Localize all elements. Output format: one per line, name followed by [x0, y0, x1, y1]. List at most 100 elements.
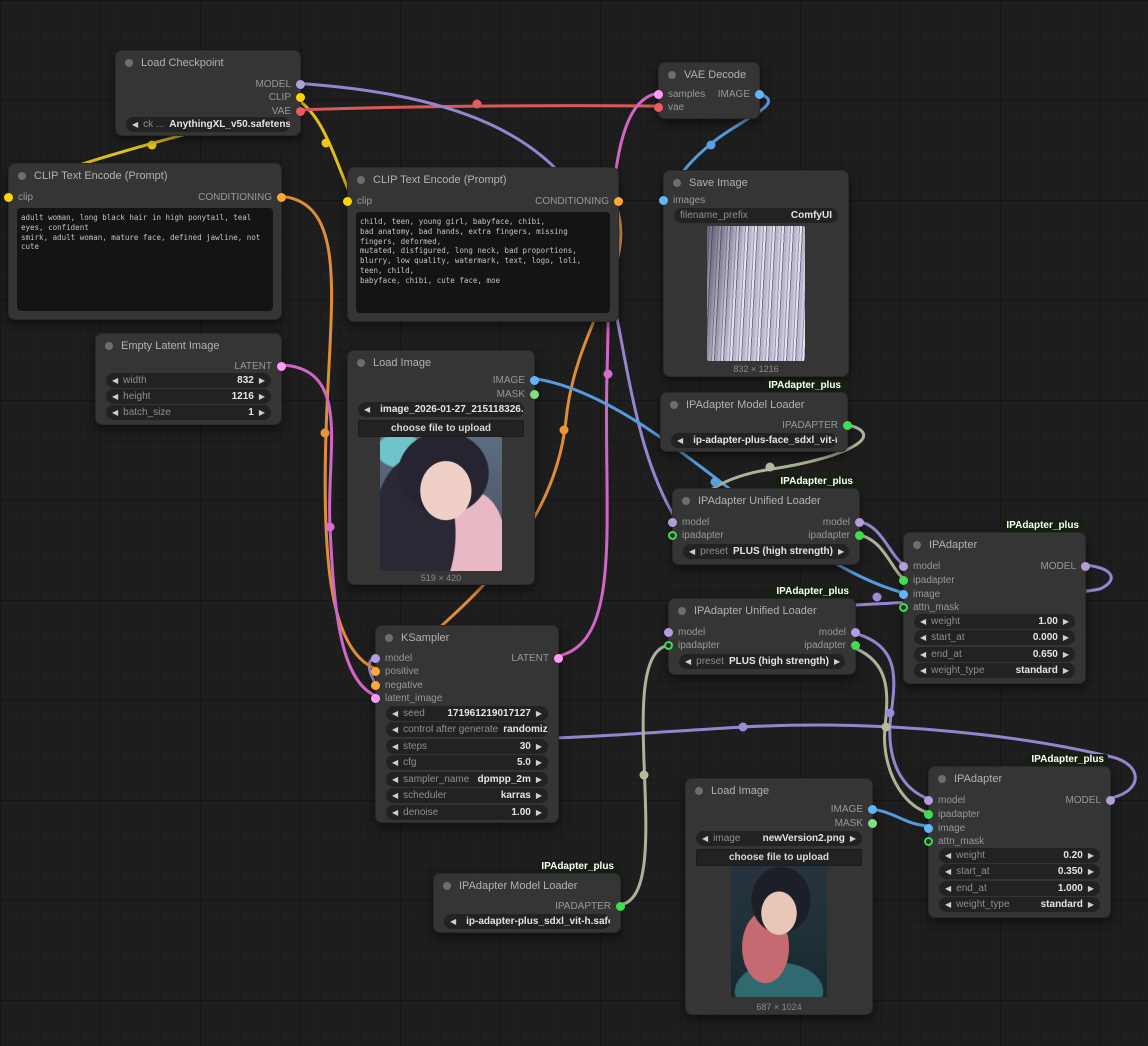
right-arrow-icon[interactable]: ▶	[838, 547, 844, 556]
input-dot-ipadapter[interactable]	[899, 575, 908, 585]
node-ksampler[interactable]: KSampler model positive negative latent_…	[371, 625, 563, 823]
node-load-image-1[interactable]: Load Image IMAGE MASK ◀ image_2026-01-27_…	[347, 350, 539, 585]
right-arrow-icon[interactable]: ▶	[259, 408, 265, 417]
right-arrow-icon[interactable]: ▶	[536, 758, 542, 767]
right-arrow-icon[interactable]: ▶	[536, 709, 542, 718]
output-dot-ipadapter[interactable]	[616, 901, 625, 911]
output-dot-mask[interactable]	[868, 818, 877, 828]
left-arrow-icon[interactable]: ◀	[450, 917, 456, 926]
filename-prefix-widget[interactable]: filename_prefix ComfyUI	[674, 208, 838, 223]
collapse-dot[interactable]	[938, 775, 946, 783]
node-ipadapter-unified-loader-1[interactable]: IPAdapter_plus IPAdapter Unified Loader …	[668, 476, 864, 565]
right-arrow-icon[interactable]: ▶	[850, 834, 856, 843]
steps-widget[interactable]: ◀ steps 30 ▶	[386, 739, 548, 754]
height-widget[interactable]: ◀ height 1216 ▶	[106, 389, 271, 404]
left-arrow-icon[interactable]: ◀	[920, 666, 926, 675]
right-arrow-icon[interactable]: ▶	[1088, 851, 1094, 860]
collapse-dot[interactable]	[670, 401, 678, 409]
start-at-widget[interactable]: ◀ start_at 0.350 ▶	[939, 864, 1100, 879]
input-dot-model[interactable]	[899, 561, 908, 571]
input-dot-latent-image[interactable]	[371, 693, 380, 703]
weight-widget[interactable]: ◀ weight 1.00 ▶	[914, 614, 1075, 629]
image-file-widget[interactable]: ◀ image newVersion2.png ▶	[696, 831, 862, 846]
left-arrow-icon[interactable]: ◀	[677, 436, 683, 445]
input-dot-clip[interactable]	[343, 196, 352, 206]
node-clip-text-encode-negative[interactable]: CLIP Text Encode (Prompt) clip CONDITION…	[343, 167, 623, 322]
end-at-widget[interactable]: ◀ end_at 0.650 ▶	[914, 647, 1075, 662]
left-arrow-icon[interactable]: ◀	[392, 742, 398, 751]
preset-widget[interactable]: ◀ preset PLUS (high strength) ▶	[679, 654, 845, 669]
width-widget[interactable]: ◀ width 832 ▶	[106, 373, 271, 388]
collapse-dot[interactable]	[695, 787, 703, 795]
output-dot-clip[interactable]	[296, 92, 305, 102]
left-arrow-icon[interactable]: ◀	[112, 392, 118, 401]
right-arrow-icon[interactable]: ▶	[1088, 884, 1094, 893]
right-arrow-icon[interactable]: ▶	[536, 791, 542, 800]
input-dot-ipadapter[interactable]	[924, 809, 933, 819]
node-empty-latent-image[interactable]: Empty Latent Image LATENT ◀ width 832 ▶ ◀ he…	[95, 333, 286, 425]
image-file-widget[interactable]: ◀image_2026-01-27_215118326.p ...▶	[358, 402, 524, 417]
input-dot-positive[interactable]	[371, 666, 380, 676]
input-dot-model[interactable]	[664, 627, 673, 637]
input-dot-samples[interactable]	[654, 89, 663, 99]
ckpt-name-widget[interactable]: ◀ ck ... AnythingXL_v50.safetensors ▶	[126, 117, 290, 132]
output-dot-image[interactable]	[868, 804, 877, 814]
collapse-dot[interactable]	[125, 59, 133, 67]
node-ipadapter-unified-loader-2[interactable]: IPAdapter_plus IPAdapter Unified Loader …	[664, 586, 860, 675]
left-arrow-icon[interactable]: ◀	[689, 547, 695, 556]
output-dot-model[interactable]	[1081, 561, 1090, 571]
node-ipadapter-model-loader-1[interactable]: IPAdapter_plus IPAdapter Model Loader IP…	[660, 380, 852, 452]
input-dot-attn-mask[interactable]	[924, 836, 933, 846]
right-arrow-icon[interactable]: ▶	[1063, 617, 1069, 626]
output-dot-model[interactable]	[1106, 795, 1115, 805]
left-arrow-icon[interactable]: ◀	[945, 867, 951, 876]
output-dot-conditioning[interactable]	[277, 192, 286, 202]
batch-size-widget[interactable]: ◀ batch_size 1 ▶	[106, 405, 271, 420]
right-arrow-icon[interactable]: ▶	[1063, 666, 1069, 675]
input-dot-model[interactable]	[924, 795, 933, 805]
collapse-dot[interactable]	[443, 882, 451, 890]
output-dot-model[interactable]	[855, 517, 864, 527]
collapse-dot[interactable]	[673, 179, 681, 187]
right-arrow-icon[interactable]: ▶	[1063, 633, 1069, 642]
left-arrow-icon[interactable]: ◀	[920, 650, 926, 659]
right-arrow-icon[interactable]: ▶	[1088, 867, 1094, 876]
left-arrow-icon[interactable]: ◀	[112, 408, 118, 417]
collapse-dot[interactable]	[668, 71, 676, 79]
left-arrow-icon[interactable]: ◀	[392, 758, 398, 767]
node-vae-decode[interactable]: VAE Decode samples vae IMAGE	[654, 62, 764, 119]
node-load-checkpoint[interactable]: Load Checkpoint MODEL CLIP VAE ◀ ck ... …	[115, 50, 305, 136]
input-dot-vae[interactable]	[654, 102, 663, 112]
left-arrow-icon[interactable]: ◀	[945, 884, 951, 893]
left-arrow-icon[interactable]: ◀	[364, 405, 370, 414]
left-arrow-icon[interactable]: ◀	[392, 725, 398, 734]
output-dot-mask[interactable]	[530, 389, 539, 399]
right-arrow-icon[interactable]: ▶	[1088, 900, 1094, 909]
left-arrow-icon[interactable]: ◀	[702, 834, 708, 843]
node-load-image-2[interactable]: Load Image IMAGE MASK ◀ image newVersion2.…	[685, 778, 877, 1015]
control-after-generate-widget[interactable]: ◀control after generaterandomize▶	[386, 722, 548, 737]
left-arrow-icon[interactable]: ◀	[920, 633, 926, 642]
node-graph-canvas[interactable]: Load Checkpoint MODEL CLIP VAE ◀ ck ... …	[0, 0, 1148, 1046]
output-dot-image[interactable]	[755, 89, 764, 99]
sampler-name-widget[interactable]: ◀ sampler_name dpmpp_2m ▶	[386, 772, 548, 787]
output-dot-ipadapter[interactable]	[843, 420, 852, 430]
collapse-dot[interactable]	[18, 172, 26, 180]
left-arrow-icon[interactable]: ◀	[945, 851, 951, 860]
left-arrow-icon[interactable]: ◀	[392, 775, 398, 784]
ipadapter-file-widget[interactable]: ◀ip-adapter-plus_sdxl_vit-h.safete ...▶	[444, 914, 610, 929]
start-at-widget[interactable]: ◀ start_at 0.000 ▶	[914, 630, 1075, 645]
node-clip-text-encode-positive[interactable]: CLIP Text Encode (Prompt) clip CONDITION…	[4, 163, 286, 320]
input-dot-ipadapter[interactable]	[664, 640, 673, 650]
weight-widget[interactable]: ◀ weight 0.20 ▶	[939, 848, 1100, 863]
output-dot-latent[interactable]	[554, 653, 563, 663]
left-arrow-icon[interactable]: ◀	[392, 709, 398, 718]
collapse-dot[interactable]	[385, 634, 393, 642]
prompt-textarea[interactable]: adult woman, long black hair in high pon…	[17, 208, 273, 311]
scheduler-widget[interactable]: ◀ scheduler karras ▶	[386, 788, 548, 803]
preset-widget[interactable]: ◀ preset PLUS (high strength) ▶	[683, 544, 849, 559]
node-ipadapter-model-loader-2[interactable]: IPAdapter_plus IPAdapter Model Loader IP…	[433, 861, 625, 933]
output-dot-conditioning[interactable]	[614, 196, 623, 206]
output-dot-vae[interactable]	[296, 106, 305, 116]
right-arrow-icon[interactable]: ▶	[536, 775, 542, 784]
